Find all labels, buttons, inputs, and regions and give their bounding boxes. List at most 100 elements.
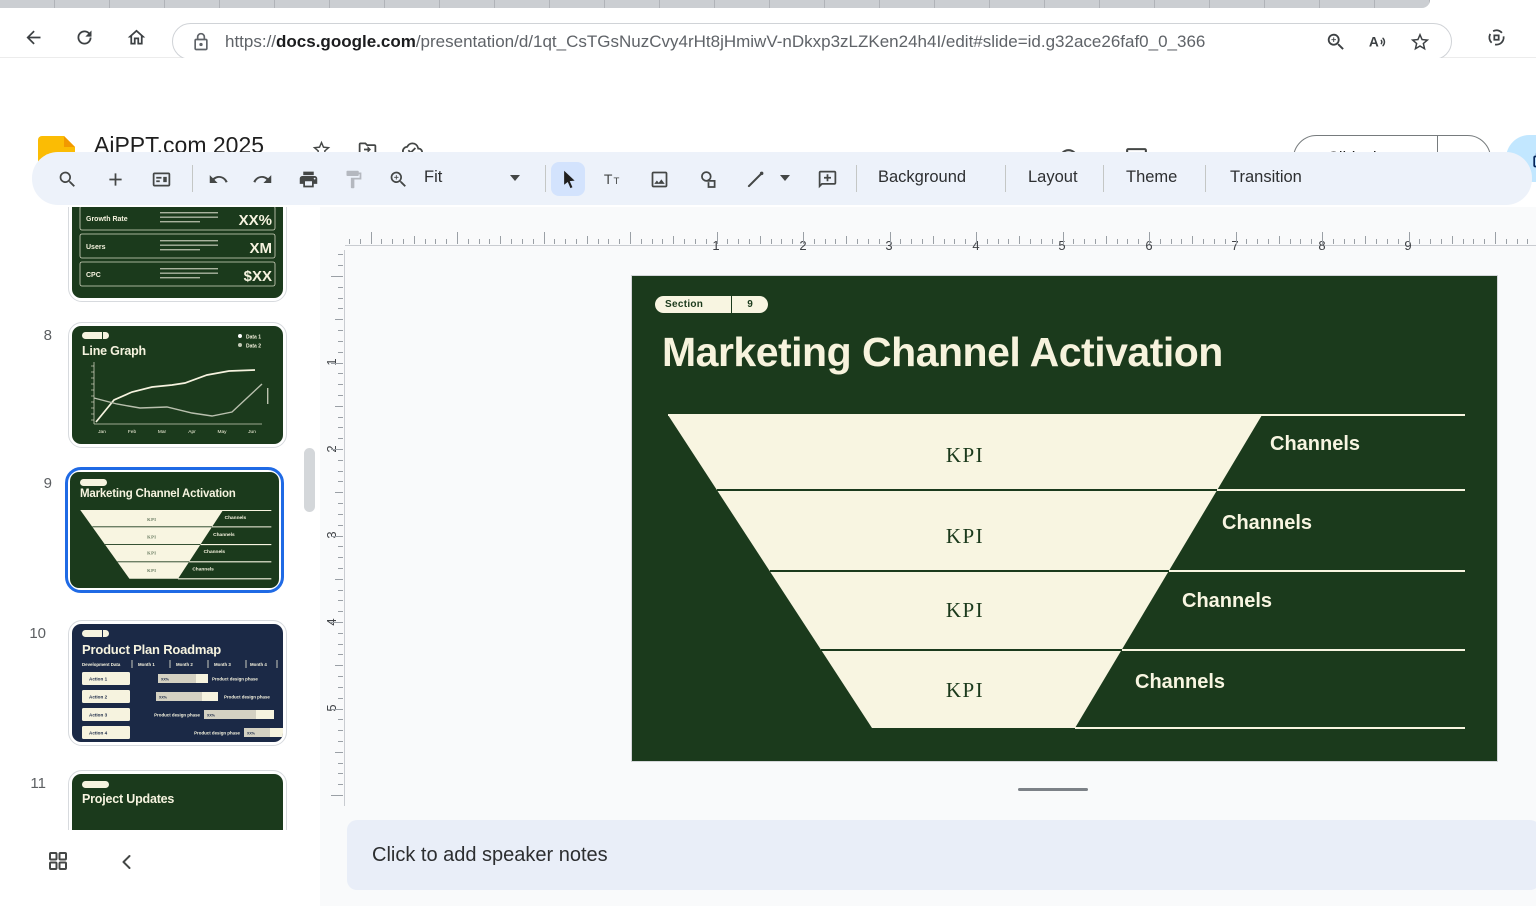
home-icon	[127, 29, 145, 44]
collapse-filmstrip-button[interactable]	[113, 848, 141, 876]
insert-line-icon	[747, 171, 763, 187]
zoom-select[interactable]: Fit	[424, 168, 442, 187]
funnel-kpi-3[interactable]: KPI	[946, 598, 984, 622]
extensions-icon	[1487, 28, 1505, 46]
metric-label: Growth Rate	[86, 216, 128, 223]
layout-button[interactable]: Layout	[1020, 164, 1086, 191]
funnel-channel-1[interactable]: Channels	[1270, 433, 1360, 455]
address-bar[interactable]: https://docs.google.com/presentation/d/1…	[172, 23, 1452, 60]
toolbar-separator	[1103, 165, 1104, 192]
search-menus-button[interactable]	[50, 162, 84, 196]
undo-icon	[209, 174, 228, 183]
slide-thumbnail-7[interactable]: Growth Rate XX% Users XM CPC $XX	[68, 207, 287, 302]
column-header: Month 3	[214, 662, 231, 667]
funnel-kpi-1[interactable]: KPI	[946, 443, 984, 467]
new-slide-button[interactable]	[98, 162, 132, 196]
svg-text:A: A	[1369, 34, 1379, 49]
refresh-button[interactable]	[68, 21, 100, 53]
new-slide-plus-icon	[108, 172, 122, 186]
insert-shape-icon	[700, 170, 715, 188]
thumb-title: Product Plan Roadmap	[82, 642, 221, 657]
slide-thumbnail-8[interactable]: Line Graph Data 1 Data 2 Jan Feb Mar Apr…	[68, 322, 287, 448]
select-tool-button[interactable]	[551, 162, 585, 196]
mini-kpi: KPI	[147, 536, 156, 541]
metric-label: CPC	[86, 272, 101, 279]
search-icon	[59, 171, 75, 187]
add-comment-icon	[818, 170, 836, 188]
mini-channel: Channels	[213, 532, 235, 537]
speaker-notes-placeholder: Click to add speaker notes	[372, 843, 608, 866]
insert-shape-button[interactable]	[691, 162, 725, 196]
theme-button[interactable]: Theme	[1118, 164, 1185, 191]
horizontal-ruler: 1 2 3 4 5 6 7 8 9	[345, 222, 1536, 253]
slide-layout-icon	[152, 172, 170, 186]
metric-label: Users	[86, 244, 106, 251]
speaker-notes[interactable]: Click to add speaker notes	[347, 820, 1536, 890]
funnel-channel-2[interactable]: Channels	[1222, 512, 1312, 534]
svg-text:T: T	[613, 175, 619, 186]
slide-canvas[interactable]: Section 9 Marketing Channel Activation K…	[632, 276, 1497, 761]
text-box-button[interactable]: TT	[596, 162, 630, 196]
redo-button[interactable]	[245, 162, 279, 196]
home-button[interactable]	[120, 21, 152, 53]
read-aloud-icon[interactable]: A	[1367, 31, 1389, 53]
slide-thumbnail-10[interactable]: Product Plan Roadmap Development Data Mo…	[68, 620, 287, 746]
zoom-page-icon[interactable]	[1325, 31, 1347, 53]
toolbar-separator	[1005, 165, 1006, 192]
insert-image-button[interactable]	[642, 162, 676, 196]
line-caret-icon[interactable]	[780, 175, 790, 181]
background-button[interactable]: Background	[870, 164, 974, 191]
column-header: Month 4	[250, 662, 267, 667]
mini-channel: Channels	[192, 567, 214, 572]
url-path: /presentation/d/1qt_CsTGsNuzCvy4rHt8jHmi…	[415, 31, 1206, 51]
slide-thumbnail-9-selected[interactable]: Marketing Channel Activation KPI KPI KPI…	[65, 467, 284, 593]
collapse-filmstrip-icon	[122, 855, 131, 869]
zoom-button[interactable]	[381, 162, 415, 196]
action-cell: Action 3	[89, 713, 108, 718]
undo-button[interactable]	[201, 162, 235, 196]
funnel-channel-4[interactable]: Channels	[1135, 671, 1225, 693]
favorite-star-icon[interactable]	[1409, 31, 1431, 53]
bar-value: XX%	[247, 732, 256, 736]
mini-section-pill	[82, 781, 109, 788]
text-box-icon: TT	[603, 170, 619, 186]
phase-label: Product design phase	[212, 677, 258, 682]
print-button[interactable]	[291, 162, 325, 196]
redo-icon	[252, 174, 271, 183]
filmstrip-scrollbar[interactable]	[304, 448, 315, 512]
metric-value: $XX	[244, 268, 272, 285]
thumb-title: Marketing Channel Activation	[80, 488, 236, 500]
grid-view-button[interactable]	[44, 847, 72, 875]
refresh-icon	[77, 30, 91, 44]
x-label: May	[217, 429, 227, 435]
slide-thumbnail-11[interactable]: Project Updates	[68, 770, 287, 830]
slide-layout-button[interactable]	[144, 162, 178, 196]
metric-value: XM	[250, 240, 273, 257]
add-comment-button[interactable]	[810, 162, 844, 196]
slide-number: 8	[43, 327, 52, 344]
funnel-kpi-4[interactable]: KPI	[946, 678, 984, 702]
legend-item: Data 2	[246, 344, 261, 350]
insert-line-button[interactable]	[738, 162, 772, 196]
site-info-lock-icon[interactable]	[191, 32, 211, 52]
phase-label: Product design phase	[154, 713, 200, 718]
mini-kpi: KPI	[147, 552, 156, 557]
back-button[interactable]	[17, 21, 49, 53]
bar-value: XX%	[159, 696, 168, 700]
paint-format-button[interactable]	[336, 162, 370, 196]
extensions-button[interactable]	[1480, 21, 1512, 53]
column-header: Month 2	[176, 662, 193, 667]
funnel-diagram[interactable]: KPI KPI KPI KPI Channels Channels Channe…	[632, 276, 1497, 761]
insert-image-icon	[651, 171, 667, 187]
slide-number: 9	[43, 475, 52, 492]
browser-tab-strip[interactable]	[0, 0, 1430, 8]
notes-resize-handle[interactable]	[1018, 788, 1088, 791]
zoom-caret-icon[interactable]	[510, 175, 520, 181]
action-cell: Action 2	[89, 695, 108, 700]
transition-button[interactable]: Transition	[1222, 164, 1310, 191]
legend-item: Data 1	[246, 335, 261, 341]
funnel-kpi-2[interactable]: KPI	[946, 524, 984, 548]
slide-number: 11	[30, 775, 46, 792]
funnel-channel-3[interactable]: Channels	[1182, 590, 1272, 612]
x-label: Jan	[98, 429, 106, 435]
